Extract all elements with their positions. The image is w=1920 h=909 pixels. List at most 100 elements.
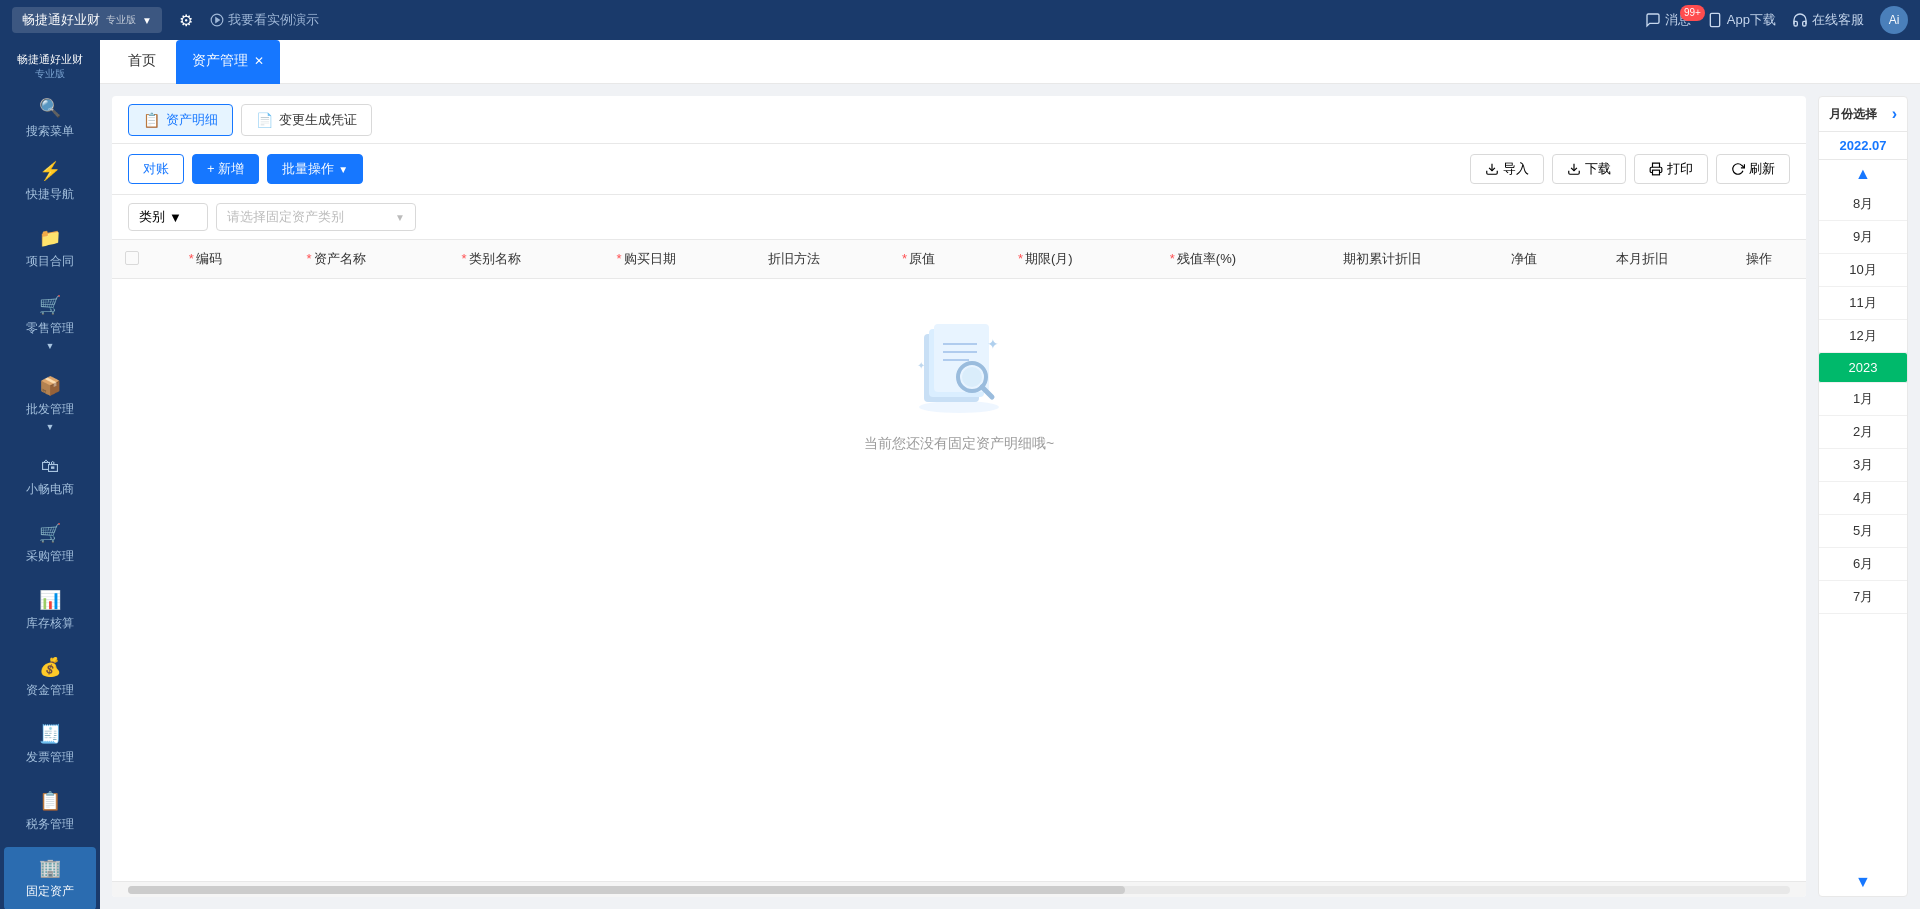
- demo-button[interactable]: 我要看实例演示: [210, 11, 319, 29]
- user-avatar[interactable]: Ai: [1880, 6, 1908, 34]
- tab-assets[interactable]: 资产管理 ✕: [176, 40, 280, 84]
- month-item-3[interactable]: 3月: [1819, 449, 1907, 482]
- month-item-7[interactable]: 7月: [1819, 581, 1907, 614]
- settings-button[interactable]: ⚙: [172, 6, 200, 34]
- headset-icon: [1792, 12, 1808, 28]
- refresh-icon: [1731, 162, 1745, 176]
- month-item-11[interactable]: 11月: [1819, 287, 1907, 320]
- sidebar-item-purchase[interactable]: 🛒 采购管理: [4, 512, 96, 575]
- tab-close-icon[interactable]: ✕: [254, 54, 264, 68]
- retail-label: 零售管理: [26, 320, 74, 337]
- month-item-6[interactable]: 6月: [1819, 548, 1907, 581]
- logo-text: 畅捷通好业财: [8, 52, 92, 67]
- month-item-2[interactable]: 2月: [1819, 416, 1907, 449]
- import-button[interactable]: 导入: [1470, 154, 1544, 184]
- month-nav-up-button[interactable]: ▲: [1855, 166, 1871, 182]
- project-icon: 📁: [39, 227, 61, 249]
- month-panel-header: 月份选择 ›: [1819, 97, 1907, 132]
- detail-tab-label: 资产明细: [166, 111, 218, 129]
- month-item-12[interactable]: 12月: [1819, 320, 1907, 353]
- tab-assets-label: 资产管理: [192, 52, 248, 70]
- quicknav-label: 快捷导航: [26, 186, 74, 203]
- fixedassets-label: 固定资产: [26, 883, 74, 900]
- sidebar-item-inventory[interactable]: 📊 库存核算: [4, 579, 96, 642]
- app-download-label: App下载: [1727, 11, 1776, 29]
- detail-tab-icon: 📋: [143, 112, 160, 128]
- month-item-8[interactable]: 8月: [1819, 188, 1907, 221]
- month-panel: 月份选择 › 2022.07 ▲ 8月 9月 10月 11月 12月 2023 …: [1818, 96, 1908, 897]
- toolbar-right: 导入 下载 打印 刷新: [1470, 154, 1790, 184]
- company-chevron-icon: ▼: [142, 15, 152, 26]
- app-download-button[interactable]: App下载: [1707, 11, 1776, 29]
- table-header: *编码 *资产名称 *类别名称 *购买日期 折旧方法 *原值 *期限(月) *残…: [112, 240, 1806, 279]
- month-item-1[interactable]: 1月: [1819, 383, 1907, 416]
- table-container: *编码 *资产名称 *类别名称 *购买日期 折旧方法 *原值 *期限(月) *残…: [112, 240, 1806, 881]
- scroll-thumb: [128, 886, 1125, 894]
- sidebar-item-invoice[interactable]: 🧾 发票管理: [4, 713, 96, 776]
- select-all-checkbox[interactable]: [125, 251, 139, 265]
- refresh-button[interactable]: 刷新: [1716, 154, 1790, 184]
- sidebar-item-tax[interactable]: 📋 税务管理: [4, 780, 96, 843]
- th-residual-rate: *残值率(%): [1119, 240, 1287, 279]
- month-panel-collapse-icon[interactable]: ›: [1892, 105, 1897, 123]
- month-nav-down-button[interactable]: ▼: [1855, 874, 1871, 890]
- month-item-2023[interactable]: 2023: [1819, 353, 1907, 383]
- search-label: 搜索菜单: [26, 123, 74, 140]
- sidebar-item-quicknav[interactable]: ⚡ 快捷导航: [4, 150, 96, 213]
- top-bar: 畅捷通好业财 专业版 ▼ ⚙ 我要看实例演示 消息 99+ App下载 在线客服…: [0, 0, 1920, 40]
- category-placeholder[interactable]: 请选择固定资产类别 ▼: [216, 203, 416, 231]
- svg-point-7: [919, 401, 999, 413]
- empty-svg: ✦ ✦: [899, 319, 1019, 419]
- category-label: 类别: [139, 208, 165, 226]
- month-selected-year[interactable]: 2022.07: [1819, 132, 1907, 160]
- th-net-value: 净值: [1478, 240, 1571, 279]
- svg-rect-6: [1653, 170, 1660, 175]
- purchase-icon: 🛒: [39, 522, 61, 544]
- assets-table: *编码 *资产名称 *类别名称 *购买日期 折旧方法 *原值 *期限(月) *残…: [112, 240, 1806, 279]
- download-button[interactable]: 下载: [1552, 154, 1626, 184]
- svg-marker-1: [216, 18, 220, 23]
- add-label: + 新增: [207, 160, 244, 178]
- inventory-icon: 📊: [39, 589, 61, 611]
- print-icon: [1649, 162, 1663, 176]
- message-badge: 99+: [1680, 5, 1705, 21]
- tab-home-label: 首页: [128, 52, 156, 70]
- sub-tab-detail[interactable]: 📋 资产明细: [128, 104, 233, 136]
- bottom-scrollbar[interactable]: [112, 881, 1806, 897]
- th-period: *期限(月): [972, 240, 1119, 279]
- add-button[interactable]: + 新增: [192, 154, 259, 184]
- category-select[interactable]: 类别 ▼: [128, 203, 208, 231]
- sidebar-item-retail[interactable]: 🛒 零售管理 ▼: [4, 284, 96, 361]
- company-selector[interactable]: 畅捷通好业财 专业版 ▼: [12, 7, 162, 33]
- scroll-track: [128, 886, 1790, 894]
- sidebar-item-wholesale[interactable]: 📦 批发管理 ▼: [4, 365, 96, 442]
- print-button[interactable]: 打印: [1634, 154, 1708, 184]
- tab-home[interactable]: 首页: [112, 40, 172, 84]
- finance-label: 资金管理: [26, 682, 74, 699]
- sidebar-search[interactable]: 🔍 搜索菜单: [0, 89, 100, 148]
- sidebar-item-finance[interactable]: 💰 资金管理: [4, 646, 96, 709]
- month-item-9[interactable]: 9月: [1819, 221, 1907, 254]
- retail-icon: 🛒: [39, 294, 61, 316]
- sub-tab-voucher[interactable]: 📄 变更生成凭证: [241, 104, 372, 136]
- batch-button[interactable]: 批量操作 ▼: [267, 154, 363, 184]
- th-purchase-date: *购买日期: [568, 240, 723, 279]
- download-icon: [1567, 162, 1581, 176]
- svg-rect-2: [1710, 13, 1719, 26]
- sidebar-item-ecommerce[interactable]: 🛍 小畅电商: [4, 446, 96, 508]
- main-layout: 畅捷通好业财 专业版 🔍 搜索菜单 ⚡ 快捷导航 📁 项目合同 🛒 零售管理 ▼…: [0, 40, 1920, 909]
- message-button[interactable]: 消息 99+: [1645, 11, 1691, 29]
- category-placeholder-text: 请选择固定资产类别: [227, 208, 344, 226]
- th-checkbox: [112, 240, 152, 279]
- month-item-10[interactable]: 10月: [1819, 254, 1907, 287]
- sidebar-item-fixedassets[interactable]: 🏢 固定资产: [4, 847, 96, 909]
- sidebar-item-project[interactable]: 📁 项目合同: [4, 217, 96, 280]
- month-item-4[interactable]: 4月: [1819, 482, 1907, 515]
- online-service-button[interactable]: 在线客服: [1792, 11, 1864, 29]
- th-category: *类别名称: [413, 240, 568, 279]
- reconcile-button[interactable]: 对账: [128, 154, 184, 184]
- month-item-5[interactable]: 5月: [1819, 515, 1907, 548]
- voucher-tab-label: 变更生成凭证: [279, 111, 357, 129]
- fixedassets-icon: 🏢: [39, 857, 61, 879]
- reconcile-label: 对账: [143, 160, 169, 178]
